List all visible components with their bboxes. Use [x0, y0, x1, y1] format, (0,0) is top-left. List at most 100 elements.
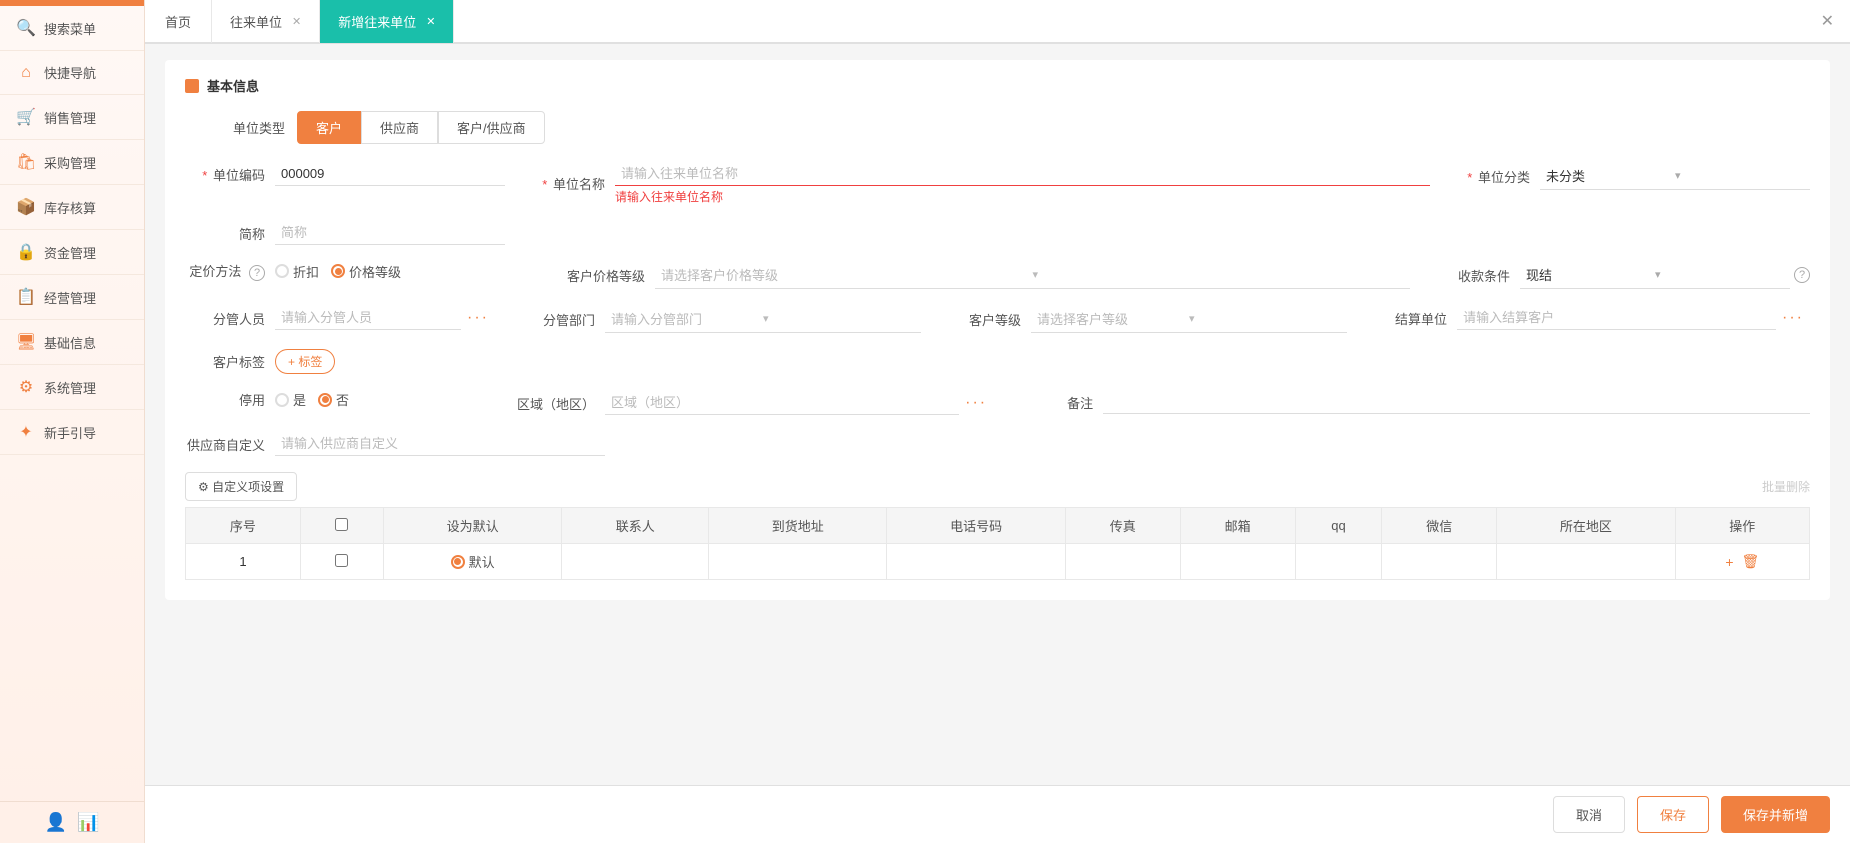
col-default: 设为默认	[383, 508, 561, 544]
pricing-help-icon[interactable]: ?	[249, 265, 265, 281]
save-and-new-button[interactable]: 保存并新增	[1721, 796, 1830, 833]
sidebar-item-search[interactable]: 🔍 搜索菜单	[0, 6, 144, 51]
table-row: 1 默认	[186, 544, 1810, 580]
select-all-checkbox[interactable]	[335, 518, 348, 531]
tab-new-partner[interactable]: 新增往来单位 ✕	[320, 0, 454, 43]
disabled-yes-circle	[275, 393, 289, 407]
field-disabled: 停用 是 否	[185, 390, 495, 409]
save-button[interactable]: 保存	[1637, 796, 1709, 833]
unit-type-customer[interactable]: 客户	[297, 111, 361, 144]
supplier-custom-input[interactable]	[275, 432, 605, 456]
form-row-1: * 单位编码 * 单位名称 请输入往来单位名称	[185, 162, 1810, 205]
disabled-yes[interactable]: 是	[275, 390, 306, 409]
pricing-radio-label-discount: 折扣	[293, 262, 319, 281]
remark-input[interactable]	[1103, 390, 1810, 414]
sidebar-label-search: 搜索菜单	[44, 19, 96, 38]
sidebar-label-newbie: 新手引导	[44, 423, 96, 442]
default-radio[interactable]: 默认	[394, 552, 551, 571]
manager-dots[interactable]: ···	[461, 305, 495, 331]
department-select[interactable]: 请输入分管部门 ▾	[605, 305, 921, 333]
unit-category-chevron: ▾	[1675, 169, 1804, 182]
payment-terms-help-icon[interactable]: ?	[1794, 267, 1810, 283]
customer-level-select[interactable]: 请选择客户等级 ▾	[1031, 305, 1347, 333]
custom-settings-button[interactable]: ⚙ 自定义项设置	[185, 472, 297, 501]
inventory-icon: 📦	[16, 197, 36, 217]
user-icon[interactable]: 👤	[45, 812, 67, 833]
field-manager: 分管人员 ···	[185, 305, 495, 331]
col-contact: 联系人	[562, 508, 709, 544]
sales-icon: 🛒	[16, 107, 36, 127]
sidebar-item-sales[interactable]: 🛒 销售管理	[0, 95, 144, 140]
unit-code-input[interactable]	[275, 162, 505, 186]
customer-price-level-chevron: ▾	[1033, 268, 1405, 281]
field-customer-tag: 客户标签 + 标签	[185, 349, 1810, 374]
batch-delete-button[interactable]: 批量删除	[1762, 478, 1810, 495]
settlement-unit-dots[interactable]: ···	[1776, 305, 1810, 331]
region-label: 区域（地区）	[515, 394, 605, 413]
tab-partners[interactable]: 往来单位 ✕	[212, 0, 320, 43]
col-action: 操作	[1675, 508, 1809, 544]
default-radio-label: 默认	[469, 552, 495, 571]
tab-new-partner-close[interactable]: ✕	[426, 15, 435, 28]
pricing-radio-discount[interactable]: 折扣	[275, 262, 319, 281]
tab-home[interactable]: 首页	[145, 0, 212, 43]
col-check	[300, 508, 383, 544]
pricing-method-label: 定价方法 ?	[185, 261, 275, 281]
sidebar-item-system[interactable]: ⚙ 系统管理	[0, 365, 144, 410]
disabled-no-circle	[318, 393, 332, 407]
unit-type-supplier[interactable]: 供应商	[361, 111, 438, 144]
delete-row-button[interactable]: 🗑	[1742, 553, 1760, 570]
field-unit-name: * 单位名称 请输入往来单位名称	[525, 162, 1430, 205]
sidebar-label-finance: 资金管理	[44, 243, 96, 262]
pricing-radio-level[interactable]: 价格等级	[331, 262, 401, 281]
customer-price-level-select[interactable]: 请选择客户价格等级 ▾	[655, 261, 1410, 289]
sidebar-item-purchase[interactable]: 🛍 采购管理	[0, 140, 144, 185]
unit-category-label: * 单位分类	[1450, 167, 1540, 186]
search-icon: 🔍	[16, 18, 36, 38]
unit-name-input[interactable]	[615, 162, 1430, 186]
field-payment-terms: 收款条件 现结 ▾ ?	[1430, 261, 1810, 289]
row-actions: + 🗑	[1686, 553, 1799, 570]
unit-category-select[interactable]: 未分类 ▾	[1540, 162, 1810, 190]
add-tag-button[interactable]: + 标签	[275, 349, 335, 374]
section-title-text: 基本信息	[207, 76, 259, 95]
sidebar-item-newbie[interactable]: ✦ 新手引导	[0, 410, 144, 455]
system-icon: ⚙	[16, 377, 36, 397]
cell-qq	[1295, 544, 1382, 580]
window-close-button[interactable]: ✕	[1805, 11, 1850, 31]
disabled-no[interactable]: 否	[318, 390, 349, 409]
field-supplier-custom: 供应商自定义	[185, 432, 605, 456]
add-row-button[interactable]: +	[1725, 554, 1733, 570]
sidebar-item-finance[interactable]: 🔒 资金管理	[0, 230, 144, 275]
field-department: 分管部门 请输入分管部门 ▾	[515, 305, 921, 333]
tab-partners-close[interactable]: ✕	[292, 15, 301, 28]
payment-terms-select[interactable]: 现结 ▾	[1520, 261, 1790, 289]
sidebar-item-operations[interactable]: 📋 经营管理	[0, 275, 144, 320]
cancel-button[interactable]: 取消	[1553, 796, 1625, 833]
field-pricing-method: 定价方法 ? 折扣 价格等级	[185, 261, 545, 281]
cell-location	[1497, 544, 1675, 580]
col-location: 所在地区	[1497, 508, 1675, 544]
sidebar-label-purchase: 采购管理	[44, 153, 96, 172]
remark-label: 备注	[1013, 393, 1103, 412]
row-checkbox[interactable]	[335, 554, 348, 567]
region-dots[interactable]: ···	[959, 390, 993, 416]
short-name-label: 简称	[185, 224, 275, 243]
sidebar-item-inventory[interactable]: 📦 库存核算	[0, 185, 144, 230]
manager-input[interactable]	[275, 306, 461, 330]
stats-icon[interactable]: 📊	[77, 812, 99, 833]
region-input[interactable]	[605, 391, 959, 415]
settlement-unit-input[interactable]	[1457, 306, 1776, 330]
form-card: 基本信息 单位类型 客户 供应商 客户/供应商 * 单位编码	[165, 60, 1830, 600]
cell-seq: 1	[186, 544, 301, 580]
sidebar-item-basic[interactable]: 🖥 基础信息	[0, 320, 144, 365]
form-row-tag: 客户标签 + 标签	[185, 349, 1810, 374]
col-wechat: 微信	[1382, 508, 1497, 544]
sidebar-item-quicknav[interactable]: ⌂ 快捷导航	[0, 51, 144, 95]
short-name-input[interactable]	[275, 221, 505, 245]
main-area: 首页 往来单位 ✕ 新增往来单位 ✕ ✕ 基本信息 单位类型 客户 供应商 客户…	[145, 0, 1850, 843]
sidebar-bottom: 👤 📊	[0, 801, 144, 843]
basic-icon: 🖥	[16, 332, 36, 352]
newbie-icon: ✦	[16, 422, 36, 442]
unit-type-both[interactable]: 客户/供应商	[438, 111, 545, 144]
